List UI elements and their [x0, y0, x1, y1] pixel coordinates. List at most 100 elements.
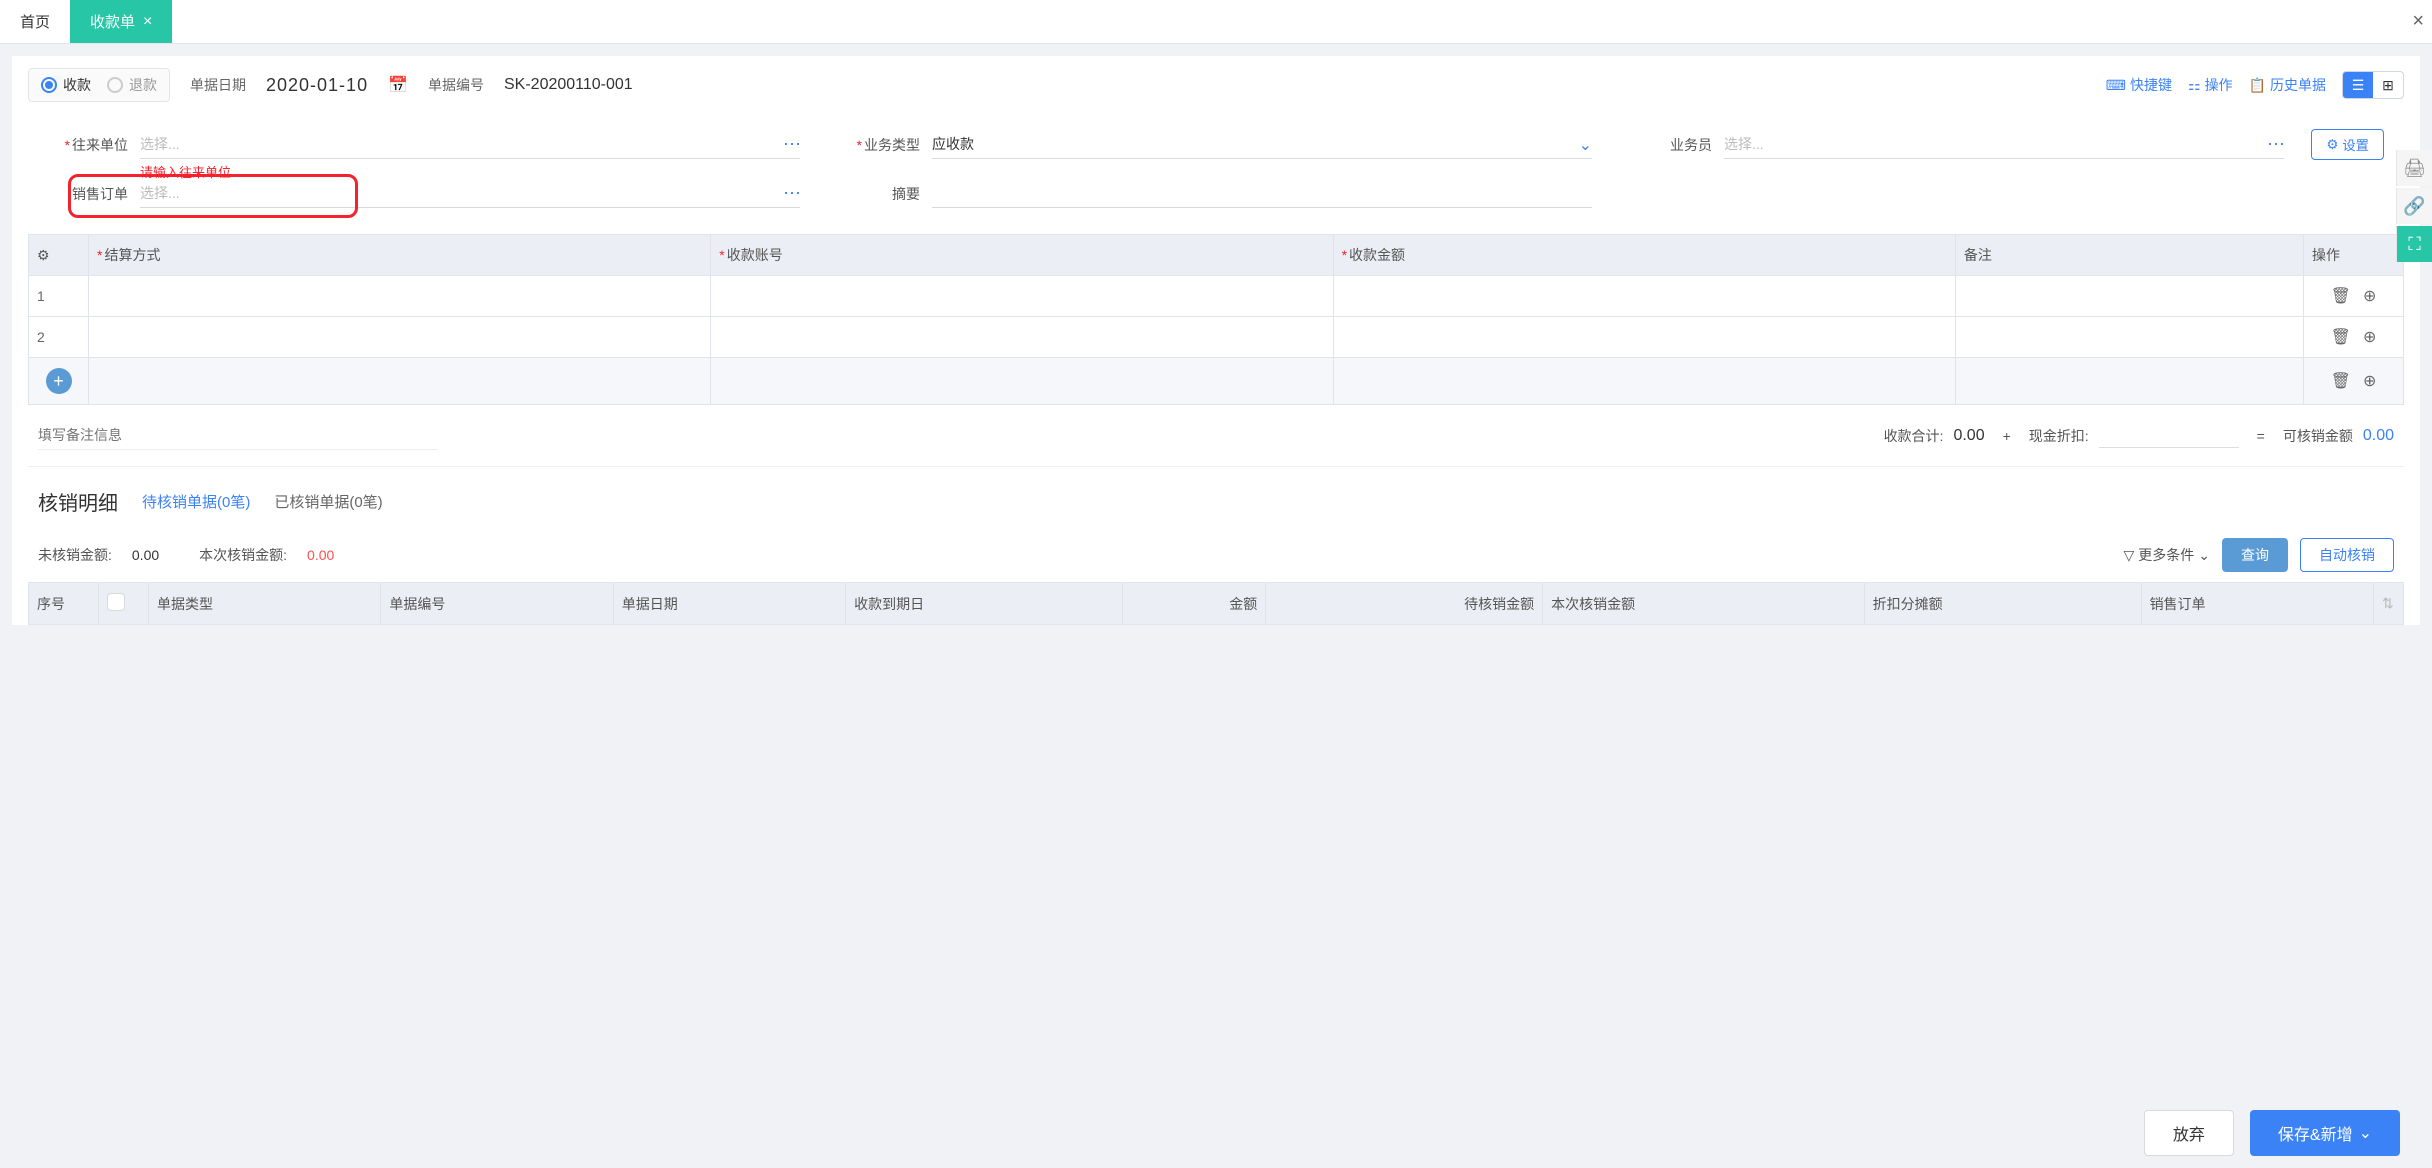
- cell-amt[interactable]: [1333, 317, 1955, 358]
- writeoff-table: 序号 单据类型 单据编号 单据日期 收款到期日 金额 待核销金额 本次核销金额 …: [28, 582, 2404, 625]
- radio-label: 收款: [63, 75, 91, 95]
- cancel-button[interactable]: 放弃: [2144, 1110, 2234, 1156]
- calendar-icon[interactable]: 📅: [388, 75, 408, 95]
- add-icon[interactable]: ⊕: [2363, 327, 2376, 347]
- cell-settle[interactable]: [89, 276, 711, 317]
- grid-icon: ⚏: [2188, 77, 2201, 94]
- radio-receive[interactable]: 收款: [41, 75, 91, 95]
- col-sort[interactable]: ⇅: [2374, 583, 2404, 625]
- total-value: 0.00: [1953, 427, 1984, 445]
- total-label: 收款合计:: [1884, 426, 1944, 446]
- add-row-button[interactable]: +: [46, 368, 72, 394]
- col-docno: 单据编号: [381, 583, 613, 625]
- col-checkbox[interactable]: [99, 583, 149, 625]
- view-detail-button[interactable]: ⊞: [2373, 72, 2403, 98]
- col-action: 操作: [2304, 235, 2404, 276]
- docno-value: SK-20200110-001: [504, 76, 633, 94]
- radio-label: 退款: [129, 75, 157, 95]
- writeoff-value: 0.00: [2363, 427, 2394, 445]
- cell-settle[interactable]: [89, 317, 711, 358]
- more-filter-button[interactable]: ▽ 更多条件 ⌄: [2123, 545, 2210, 565]
- gear-header[interactable]: ⚙: [29, 235, 89, 276]
- shortcut-button[interactable]: ⌨ 快捷键: [2106, 75, 2172, 95]
- col-sales-order: 销售订单: [2141, 583, 2373, 625]
- expand-icon[interactable]: ⛶: [2396, 226, 2432, 262]
- save-label: 保存&新增: [2278, 1121, 2353, 1145]
- ellipsis-icon[interactable]: ⋯: [783, 183, 800, 204]
- ellipsis-icon[interactable]: ⋯: [783, 134, 800, 155]
- tab-receipt[interactable]: 收款单 ×: [70, 0, 172, 43]
- cell-remark[interactable]: [1955, 317, 2303, 358]
- close-all-icon[interactable]: ×: [2412, 10, 2424, 33]
- receipt-type-radio: 收款 退款: [28, 68, 170, 102]
- salesorder-field: 销售订单 ⋯: [48, 179, 800, 208]
- header-row: 收款 退款 单据日期 2020-01-10 📅 单据编号 SK-20200110…: [28, 68, 2404, 114]
- radio-icon: [107, 77, 123, 93]
- tab-home[interactable]: 首页: [0, 0, 70, 43]
- main-panel: 收款 退款 单据日期 2020-01-10 📅 单据编号 SK-20200110…: [12, 56, 2420, 625]
- row-number: 1: [29, 276, 89, 317]
- sort-icon: ⇅: [2382, 595, 2394, 611]
- col-docdate: 单据日期: [613, 583, 845, 625]
- add-icon[interactable]: ⊕: [2363, 371, 2376, 391]
- summary-row: 收款合计: 0.00 + 现金折扣: = 可核销金额 0.00: [28, 405, 2404, 467]
- add-icon[interactable]: ⊕: [2363, 286, 2376, 306]
- writeoff-filter-row: 未核销金额: 0.00 本次核销金额: 0.00 ▽ 更多条件 ⌄ 查询 自动核…: [28, 528, 2404, 582]
- query-button[interactable]: 查询: [2222, 538, 2288, 572]
- row-number: 2: [29, 317, 89, 358]
- writeoff-label: 可核销金额: [2283, 426, 2353, 446]
- cell-acct[interactable]: [711, 276, 1333, 317]
- summary-input[interactable]: [932, 179, 1592, 208]
- tab-pending-writeoff[interactable]: 待核销单据(0笔): [142, 491, 250, 512]
- cell-acct[interactable]: [711, 317, 1333, 358]
- biztype-label: *业务类型: [840, 135, 920, 155]
- operate-button[interactable]: ⚏ 操作: [2188, 75, 2233, 95]
- save-button[interactable]: 保存&新增 ⌄: [2250, 1110, 2400, 1156]
- list-icon: 📋: [2249, 77, 2266, 94]
- close-icon[interactable]: ×: [143, 13, 152, 31]
- clerk-input[interactable]: [1724, 130, 2284, 159]
- thiswriteoff-value: 0.00: [307, 547, 334, 563]
- ellipsis-icon[interactable]: ⋯: [2267, 134, 2284, 155]
- cell-remark[interactable]: [1955, 276, 2303, 317]
- gear-icon: ⚙: [37, 247, 50, 263]
- auto-writeoff-button[interactable]: 自动核销: [2300, 538, 2394, 572]
- biztype-input[interactable]: [932, 130, 1592, 159]
- clerk-label: 业务员: [1632, 135, 1712, 155]
- keyboard-icon: ⌨: [2106, 77, 2126, 94]
- checkbox-icon[interactable]: [107, 593, 125, 611]
- col-settle: *结算方式: [89, 235, 711, 276]
- tab-done-writeoff[interactable]: 已核销单据(0笔): [274, 491, 382, 512]
- link-icon[interactable]: 🔗: [2396, 188, 2432, 224]
- col-duedate: 收款到期日: [846, 583, 1123, 625]
- col-seq: 序号: [29, 583, 99, 625]
- operate-label: 操作: [2205, 75, 2233, 95]
- plus-sign: +: [2003, 428, 2011, 444]
- view-compact-button[interactable]: ☰: [2343, 72, 2373, 98]
- radio-refund[interactable]: 退款: [107, 75, 157, 95]
- table-footer-row: + 🗑 ⊕: [29, 358, 2404, 405]
- delete-icon[interactable]: 🗑: [2331, 327, 2351, 347]
- partner-field: *往来单位 ⋯ 请输入往来单位: [48, 130, 800, 159]
- delete-icon[interactable]: 🗑: [2331, 371, 2351, 391]
- date-label: 单据日期: [190, 75, 246, 95]
- remark-input[interactable]: [38, 421, 438, 450]
- bottom-action-bar: 放弃 保存&新增 ⌄: [2132, 1098, 2412, 1168]
- settings-button[interactable]: ⚙ 设置: [2311, 129, 2384, 160]
- history-button[interactable]: 📋 历史单据: [2249, 75, 2326, 95]
- chevron-down-icon[interactable]: ⌄: [1579, 135, 1592, 155]
- partner-input[interactable]: [140, 130, 800, 159]
- date-value[interactable]: 2020-01-10: [266, 75, 368, 96]
- discount-label: 现金折扣:: [2029, 426, 2089, 446]
- col-acct: *收款账号: [711, 235, 1333, 276]
- gear-icon: ⚙: [2326, 137, 2338, 153]
- view-toggle: ☰ ⊞: [2342, 71, 2404, 99]
- salesorder-input[interactable]: [140, 179, 800, 208]
- printer-icon[interactable]: 🖨: [2396, 150, 2432, 186]
- radio-icon: [41, 77, 57, 93]
- cell-amt[interactable]: [1333, 276, 1955, 317]
- salesorder-label: 销售订单: [48, 184, 128, 204]
- docno-label: 单据编号: [428, 75, 484, 95]
- discount-input[interactable]: [2099, 424, 2239, 448]
- delete-icon[interactable]: 🗑: [2331, 286, 2351, 306]
